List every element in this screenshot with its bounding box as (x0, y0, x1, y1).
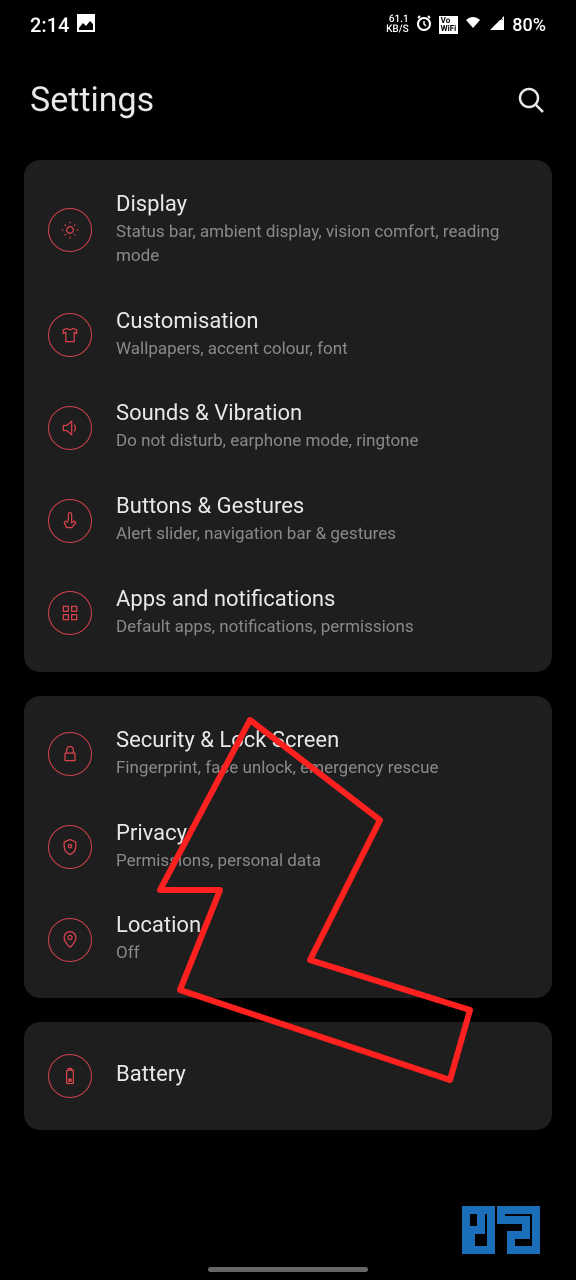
settings-group: Display Status bar, ambient display, vis… (24, 160, 552, 672)
lock-icon (48, 732, 92, 776)
item-title: Customisation (116, 309, 528, 334)
status-bar: 2:14 61.1 KB/S VoWiFi x 80% (0, 0, 576, 50)
item-title: Sounds & Vibration (116, 401, 528, 426)
wifi-icon (464, 14, 482, 37)
settings-group: Battery (24, 1022, 552, 1130)
data-speed: 61.1 KB/S (386, 15, 409, 35)
brightness-icon (48, 208, 92, 252)
settings-item-location[interactable]: Location Off (24, 893, 552, 986)
item-subtitle: Do not disturb, earphone mode, ringtone (116, 430, 528, 454)
item-title: Buttons & Gestures (116, 494, 528, 519)
svg-text:x: x (500, 15, 503, 22)
search-icon[interactable] (516, 85, 546, 115)
item-subtitle: Status bar, ambient display, vision comf… (116, 221, 528, 269)
picture-icon (77, 13, 95, 37)
page-title: Settings (30, 80, 154, 120)
vowifi-icon: VoWiFi (439, 16, 459, 34)
item-title: Apps and notifications (116, 587, 528, 612)
item-subtitle: Alert slider, navigation bar & gestures (116, 523, 528, 547)
location-icon (48, 918, 92, 962)
signal-icon: x (488, 14, 506, 37)
watermark-logo (456, 1200, 556, 1260)
item-title: Security & Lock Screen (116, 728, 528, 753)
sound-icon (48, 406, 92, 450)
item-subtitle: Off (116, 942, 528, 966)
settings-group: Security & Lock Screen Fingerprint, face… (24, 696, 552, 998)
item-subtitle: Wallpapers, accent colour, font (116, 338, 528, 362)
settings-item-apps[interactable]: Apps and notifications Default apps, not… (24, 567, 552, 660)
settings-item-display[interactable]: Display Status bar, ambient display, vis… (24, 172, 552, 289)
gesture-icon (48, 499, 92, 543)
item-subtitle: Default apps, notifications, permissions (116, 616, 528, 640)
battery-icon (48, 1054, 92, 1098)
navigation-bar[interactable] (208, 1267, 368, 1272)
item-title: Location (116, 913, 528, 938)
status-time: 2:14 (30, 13, 69, 37)
item-title: Privacy (116, 821, 528, 846)
item-subtitle: Permissions, personal data (116, 850, 528, 874)
settings-item-buttons[interactable]: Buttons & Gestures Alert slider, navigat… (24, 474, 552, 567)
settings-header: Settings (0, 50, 576, 160)
settings-item-privacy[interactable]: Privacy Permissions, personal data (24, 801, 552, 894)
shield-icon (48, 825, 92, 869)
settings-item-customisation[interactable]: Customisation Wallpapers, accent colour,… (24, 289, 552, 382)
shirt-icon (48, 313, 92, 357)
battery-percent: 80% (512, 15, 546, 36)
item-title: Display (116, 192, 528, 217)
settings-item-security[interactable]: Security & Lock Screen Fingerprint, face… (24, 708, 552, 801)
settings-item-sounds[interactable]: Sounds & Vibration Do not disturb, earph… (24, 381, 552, 474)
item-title: Battery (116, 1062, 528, 1087)
settings-item-battery[interactable]: Battery (24, 1034, 552, 1118)
item-subtitle: Fingerprint, face unlock, emergency resc… (116, 757, 528, 781)
apps-icon (48, 591, 92, 635)
alarm-icon (415, 14, 433, 37)
